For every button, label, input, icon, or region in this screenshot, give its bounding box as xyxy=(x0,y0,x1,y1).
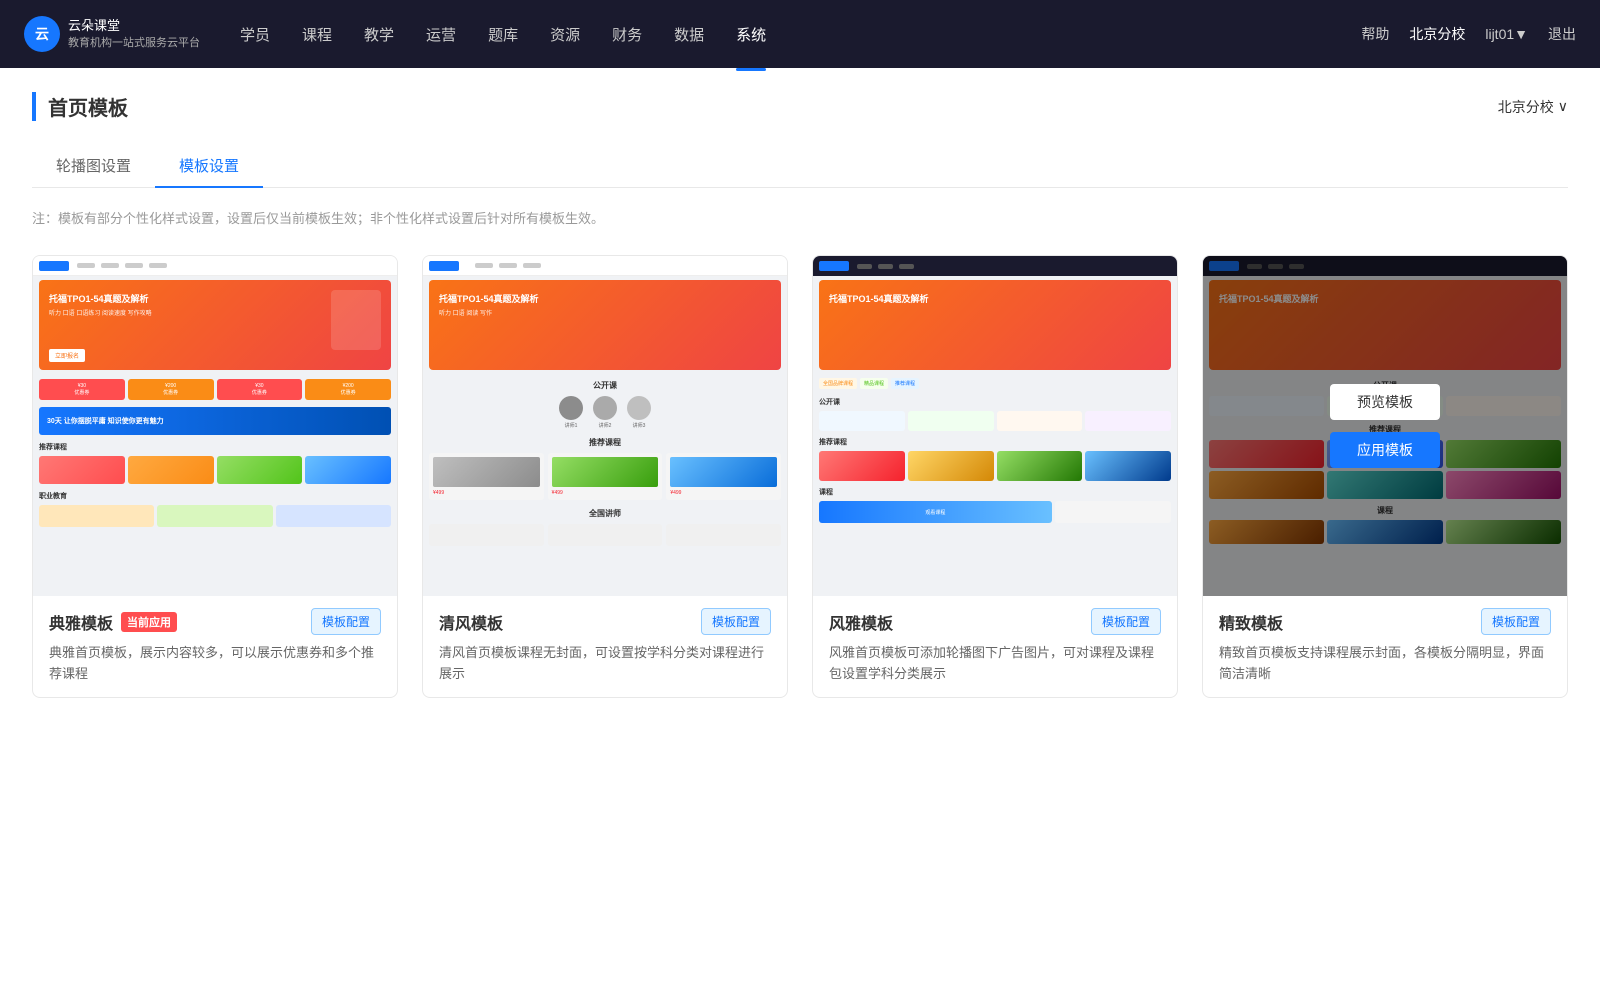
template-overlay-jingzhi: 预览模板 应用模板 xyxy=(1203,256,1567,596)
template-card-qingfeng: 托福TPO1-54真题及解析 听力 口语 阅读 写作 公开课 讲师1 讲师2 xyxy=(422,255,788,698)
btn-preview-jingzhi[interactable]: 预览模板 xyxy=(1330,384,1440,420)
nav-user[interactable]: lijt01▼ xyxy=(1485,26,1528,42)
logo-icon: 云 xyxy=(24,16,60,52)
tab-template[interactable]: 模板设置 xyxy=(155,145,263,188)
template-desc-qingfeng: 清风首页模板课程无封面，可设置按学科分类对课程进行展示 xyxy=(439,643,771,685)
nav-caiwu[interactable]: 财务 xyxy=(612,20,642,49)
template-name-qingfeng: 清风模板 xyxy=(439,610,503,634)
template-desc-fengya: 风雅首页模板可添加轮播图下广告图片，可对课程及课程包设置学科分类展示 xyxy=(829,643,1161,685)
template-footer-jingzhi: 精致模板 模板配置 精致首页模板支持课程展示封面，各模板分隔明显，界面简洁清晰 xyxy=(1203,596,1567,697)
template-preview-jingzhi: 托福TPO1-54真题及解析 公开课 推荐课程 xyxy=(1203,256,1567,596)
tabs: 轮播图设置 模板设置 xyxy=(32,145,1568,188)
template-footer-qingfeng: 清风模板 模板配置 清风首页模板课程无封面，可设置按学科分类对课程进行展示 xyxy=(423,596,787,697)
badge-current: 当前应用 xyxy=(121,612,177,632)
template-name-fengya: 风雅模板 xyxy=(829,610,893,634)
logo-sub: 教育机构一站式服务云平台 xyxy=(68,34,200,50)
navbar: 云 云朵课堂 教育机构一站式服务云平台 学员 课程 教学 运营 题库 资源 财务… xyxy=(0,0,1600,68)
template-card-fengya: 托福TPO1-54真题及解析 全国品牌课程 精品课程 推荐课程 公开课 xyxy=(812,255,1178,698)
nav-ziyuan[interactable]: 资源 xyxy=(550,20,580,49)
nav-jiaoxue[interactable]: 教学 xyxy=(364,20,394,49)
btn-config-jingzhi[interactable]: 模板配置 xyxy=(1481,608,1551,635)
template-preview-fengya: 托福TPO1-54真题及解析 全国品牌课程 精品课程 推荐课程 公开课 xyxy=(813,256,1177,596)
nav-yunying[interactable]: 运营 xyxy=(426,20,456,49)
nav-shuju[interactable]: 数据 xyxy=(674,20,704,49)
tab-carousel[interactable]: 轮播图设置 xyxy=(32,145,155,188)
nav-xueyuan[interactable]: 学员 xyxy=(240,20,270,49)
nav-tiku[interactable]: 题库 xyxy=(488,20,518,49)
logo-main: 云朵课堂 xyxy=(68,18,200,35)
nav-xitong[interactable]: 系统 xyxy=(736,20,766,49)
nav-right: 帮助 北京分校 lijt01▼ 退出 xyxy=(1361,24,1576,44)
logo-text-block: 云朵课堂 教育机构一站式服务云平台 xyxy=(68,18,200,51)
templates-grid: 托福TPO1-54真题及解析 听力 口语 口语练习 阅读速度 写作攻略 立即报名… xyxy=(32,255,1568,698)
btn-config-fengya[interactable]: 模板配置 xyxy=(1091,608,1161,635)
template-preview-qingfeng: 托福TPO1-54真题及解析 听力 口语 阅读 写作 公开课 讲师1 讲师2 xyxy=(423,256,787,596)
page-header: 首页模板 北京分校 ∨ xyxy=(32,92,1568,121)
template-name-jingzhi: 精致模板 xyxy=(1219,610,1283,634)
template-footer-dianya: 典雅模板 当前应用 模板配置 典雅首页模板，展示内容较多，可以展示优惠券和多个推… xyxy=(33,596,397,697)
nav-school[interactable]: 北京分校 xyxy=(1409,24,1465,44)
school-selector[interactable]: 北京分校 ∨ xyxy=(1498,97,1568,117)
btn-apply-jingzhi[interactable]: 应用模板 xyxy=(1330,432,1440,468)
note-text: 注：模板有部分个性化样式设置，设置后仅当前模板生效；非个性化样式设置后针对所有模… xyxy=(32,208,1568,227)
chevron-down-icon: ∨ xyxy=(1558,98,1568,115)
template-desc-jingzhi: 精致首页模板支持课程展示封面，各模板分隔明显，界面简洁清晰 xyxy=(1219,643,1551,685)
template-footer-fengya: 风雅模板 模板配置 风雅首页模板可添加轮播图下广告图片，可对课程及课程包设置学科… xyxy=(813,596,1177,697)
btn-config-dianya[interactable]: 模板配置 xyxy=(311,608,381,635)
page-container: 首页模板 北京分校 ∨ 轮播图设置 模板设置 注：模板有部分个性化样式设置，设置… xyxy=(0,68,1600,990)
template-card-jingzhi: 托福TPO1-54真题及解析 公开课 推荐课程 xyxy=(1202,255,1568,698)
template-name-dianya: 典雅模板 当前应用 xyxy=(49,610,177,634)
logo[interactable]: 云 云朵课堂 教育机构一站式服务云平台 xyxy=(24,16,200,52)
btn-config-qingfeng[interactable]: 模板配置 xyxy=(701,608,771,635)
template-card-dianya: 托福TPO1-54真题及解析 听力 口语 口语练习 阅读速度 写作攻略 立即报名… xyxy=(32,255,398,698)
nav-kecheng[interactable]: 课程 xyxy=(302,20,332,49)
template-desc-dianya: 典雅首页模板，展示内容较多，可以展示优惠券和多个推荐课程 xyxy=(49,643,381,685)
nav-logout[interactable]: 退出 xyxy=(1548,24,1576,44)
nav-items: 学员 课程 教学 运营 题库 资源 财务 数据 系统 xyxy=(240,20,1361,49)
page-title: 首页模板 xyxy=(32,92,128,121)
nav-help[interactable]: 帮助 xyxy=(1361,24,1389,44)
template-preview-dianya: 托福TPO1-54真题及解析 听力 口语 口语练习 阅读速度 写作攻略 立即报名… xyxy=(33,256,397,596)
